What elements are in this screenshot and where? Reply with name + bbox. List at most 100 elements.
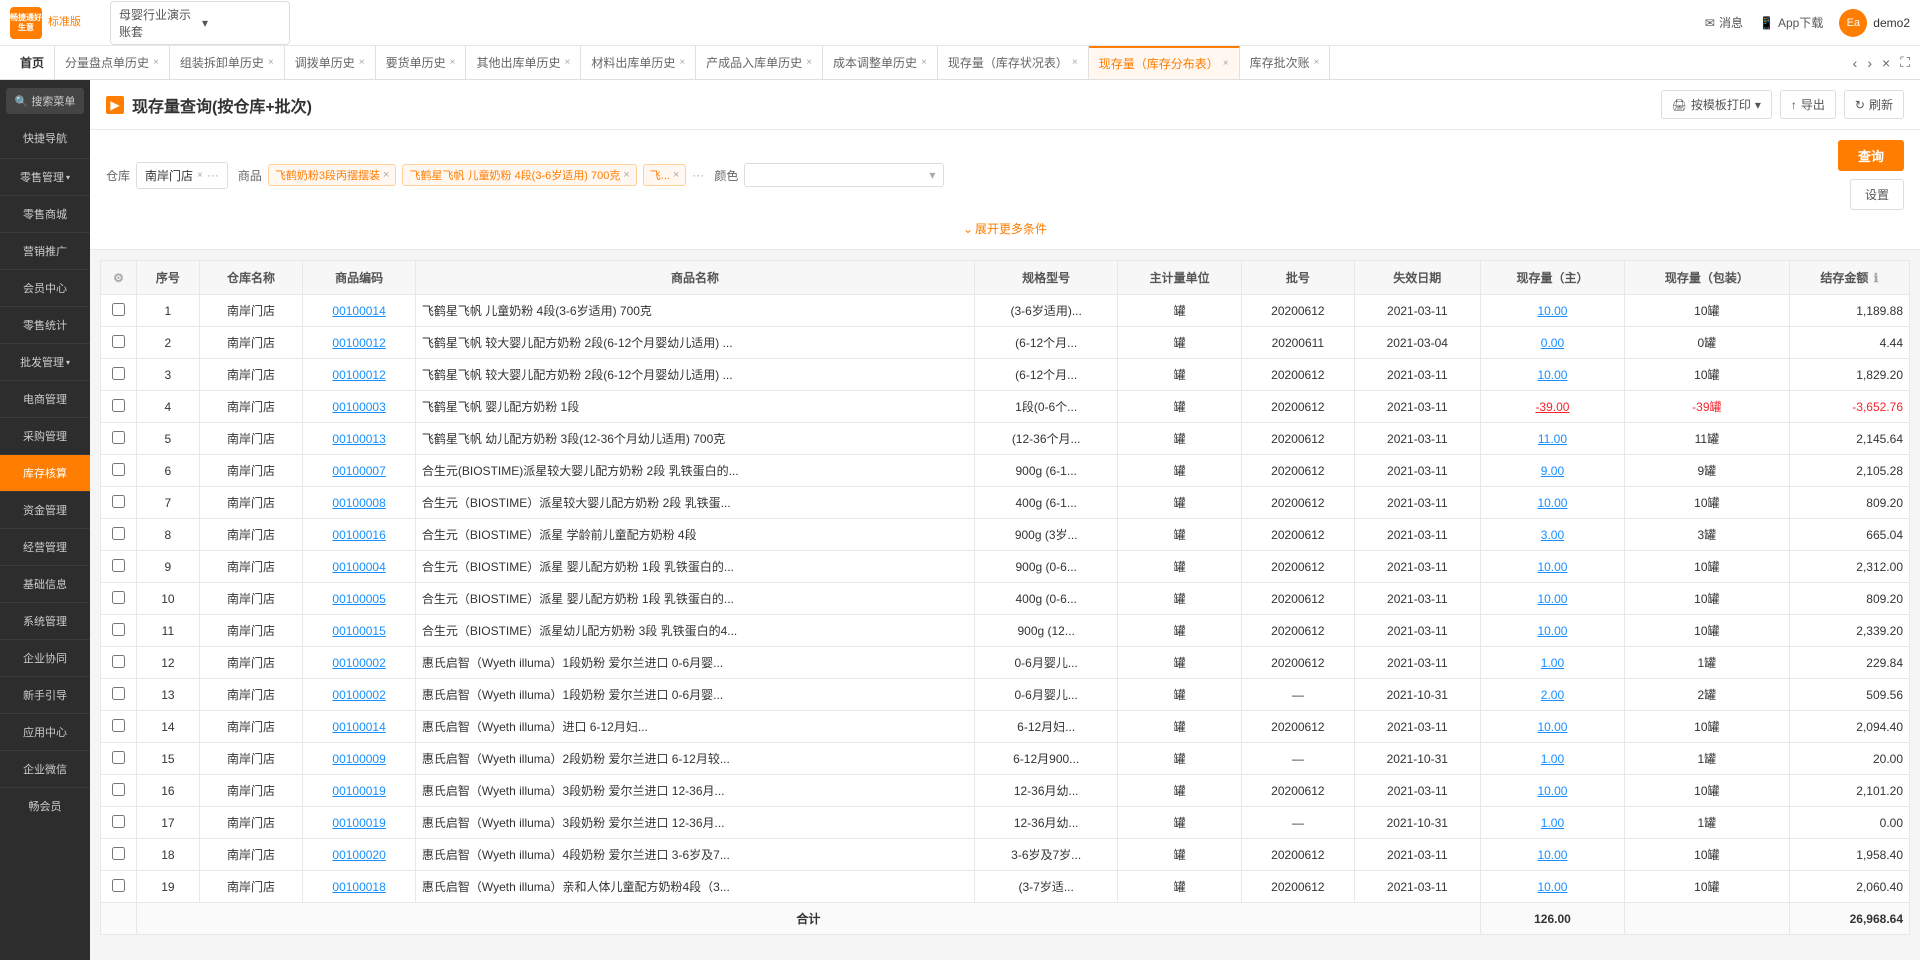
row-checkbox[interactable] [112,783,125,796]
row-code[interactable]: 00100014 [303,295,416,327]
row-code[interactable]: 00100020 [303,839,416,871]
tab-inventory-status-close-icon[interactable]: × [1072,57,1078,68]
sidebar-item-member[interactable]: 会员中心 [0,269,90,306]
tab-fullscreen-button[interactable]: ⛶ [1896,52,1914,73]
product-tag-1[interactable]: 飞鹤奶粉3段丙摆摆装 × [268,164,397,186]
row-checkbox[interactable] [112,559,125,572]
tab-combo-close-icon[interactable]: × [268,57,274,68]
row-checkbox-cell[interactable] [101,679,137,711]
tab-close-button[interactable]: × [1878,53,1894,73]
sidebar-item-finance[interactable]: 资金管理 [0,491,90,528]
row-checkbox-cell[interactable] [101,711,137,743]
row-checkbox-cell[interactable] [101,839,137,871]
row-checkbox[interactable] [112,591,125,604]
row-qty-main[interactable]: 1.00 [1480,647,1624,679]
template-print-button[interactable]: 🖨 按模板打印 ▾ [1661,90,1772,119]
row-code[interactable]: 00100004 [303,551,416,583]
tab-cost-adjust-close-icon[interactable]: × [921,57,927,68]
row-qty-main[interactable]: 10.00 [1480,871,1624,903]
workspace-selector[interactable]: 母婴行业演示账套 ▾ [110,1,290,45]
row-qty-main[interactable]: 10.00 [1480,487,1624,519]
sidebar-item-purchase[interactable]: 采购管理 [0,417,90,454]
row-qty-main[interactable]: 10.00 [1480,359,1624,391]
row-checkbox[interactable] [112,495,125,508]
row-checkbox[interactable] [112,527,125,540]
table-header-settings[interactable]: ⚙ [101,261,137,295]
amount-info-icon[interactable]: ℹ [1874,271,1879,285]
row-code[interactable]: 00100012 [303,327,416,359]
sidebar-item-enterprise[interactable]: 企业协同 [0,639,90,676]
row-checkbox[interactable] [112,815,125,828]
row-qty-main[interactable]: 10.00 [1480,295,1624,327]
warehouse-filter-input[interactable]: 南岸门店 × ··· [136,162,228,189]
expand-filter-button[interactable]: ⌄ 展开更多条件 [957,218,1053,239]
tab-inventory-status[interactable]: 现存量（库存状况表） × [938,46,1089,80]
row-qty-main[interactable]: 11.00 [1480,423,1624,455]
row-checkbox[interactable] [112,431,125,444]
row-checkbox[interactable] [112,335,125,348]
sidebar-item-apps[interactable]: 应用中心 [0,713,90,750]
sidebar-item-system[interactable]: 系统管理 [0,602,90,639]
row-checkbox-cell[interactable] [101,455,137,487]
tab-combo-history[interactable]: 组装拆卸单历史 × [170,46,285,80]
tab-split-history[interactable]: 分量盘点单历史 × [55,46,170,80]
sidebar-item-ecommerce[interactable]: 电商管理 [0,380,90,417]
row-checkbox[interactable] [112,399,125,412]
export-button[interactable]: ↑ 导出 [1780,90,1836,119]
row-checkbox-cell[interactable] [101,519,137,551]
row-checkbox-cell[interactable] [101,551,137,583]
row-code[interactable]: 00100014 [303,711,416,743]
row-qty-main[interactable]: 2.00 [1480,679,1624,711]
tab-mix-history[interactable]: 调拨单历史 × [285,46,376,80]
message-action[interactable]: ✉ 消息 [1705,14,1743,31]
tab-product-in-close-icon[interactable]: × [806,57,812,68]
row-code[interactable]: 00100015 [303,615,416,647]
row-checkbox-cell[interactable] [101,295,137,327]
refresh-button[interactable]: ↻ 刷新 [1844,90,1904,119]
row-qty-main[interactable]: 3.00 [1480,519,1624,551]
tab-material-out-close-icon[interactable]: × [679,57,685,68]
row-code[interactable]: 00100002 [303,679,416,711]
sidebar-item-retail-mgmt[interactable]: 零售管理 ▾ [0,158,90,195]
row-qty-main[interactable]: 10.00 [1480,839,1624,871]
tab-home[interactable]: 首页 [10,46,55,80]
sidebar-item-retail-stats[interactable]: 零售统计 [0,306,90,343]
row-qty-main[interactable]: 10.00 [1480,615,1624,647]
sidebar-item-enterprise-wechat[interactable]: 企业微信 [0,750,90,787]
tab-inventory-dist-close-icon[interactable]: × [1223,58,1229,69]
tab-demand-history[interactable]: 要货单历史 × [376,46,467,80]
setting-button[interactable]: 设置 [1850,179,1904,210]
row-checkbox-cell[interactable] [101,423,137,455]
tab-material-out[interactable]: 材料出库单历史 × [581,46,696,80]
tab-mix-close-icon[interactable]: × [359,57,365,68]
sidebar-item-wholesale[interactable]: 批发管理 ▾ [0,343,90,380]
sidebar-item-vip[interactable]: 畅会员 [0,787,90,824]
row-checkbox[interactable] [112,367,125,380]
row-code[interactable]: 00100012 [303,359,416,391]
tab-product-in[interactable]: 产成品入库单历史 × [696,46,823,80]
product-tag-1-close[interactable]: × [383,169,389,181]
sidebar-item-newbie[interactable]: 新手引导 [0,676,90,713]
row-checkbox-cell[interactable] [101,647,137,679]
row-code[interactable]: 00100019 [303,775,416,807]
search-menu-button[interactable]: 🔍 搜索菜单 [6,88,84,114]
row-checkbox-cell[interactable] [101,391,137,423]
row-qty-main[interactable]: -39.00 [1480,391,1624,423]
app-download-action[interactable]: 📱 App下载 [1759,14,1823,31]
row-checkbox[interactable] [112,687,125,700]
row-checkbox-cell[interactable] [101,871,137,903]
row-qty-main[interactable]: 9.00 [1480,455,1624,487]
row-code[interactable]: 00100005 [303,583,416,615]
row-qty-main[interactable]: 1.00 [1480,807,1624,839]
tab-demand-close-icon[interactable]: × [450,57,456,68]
row-checkbox[interactable] [112,719,125,732]
tab-inventory-dist[interactable]: 现存量（库存分布表） × [1089,46,1240,80]
row-code[interactable]: 00100016 [303,519,416,551]
row-checkbox-cell[interactable] [101,615,137,647]
row-code[interactable]: 00100009 [303,743,416,775]
row-code[interactable]: 00100002 [303,647,416,679]
row-checkbox-cell[interactable] [101,807,137,839]
product-filter-more[interactable]: ··· [692,168,704,182]
row-checkbox[interactable] [112,463,125,476]
row-checkbox[interactable] [112,879,125,892]
